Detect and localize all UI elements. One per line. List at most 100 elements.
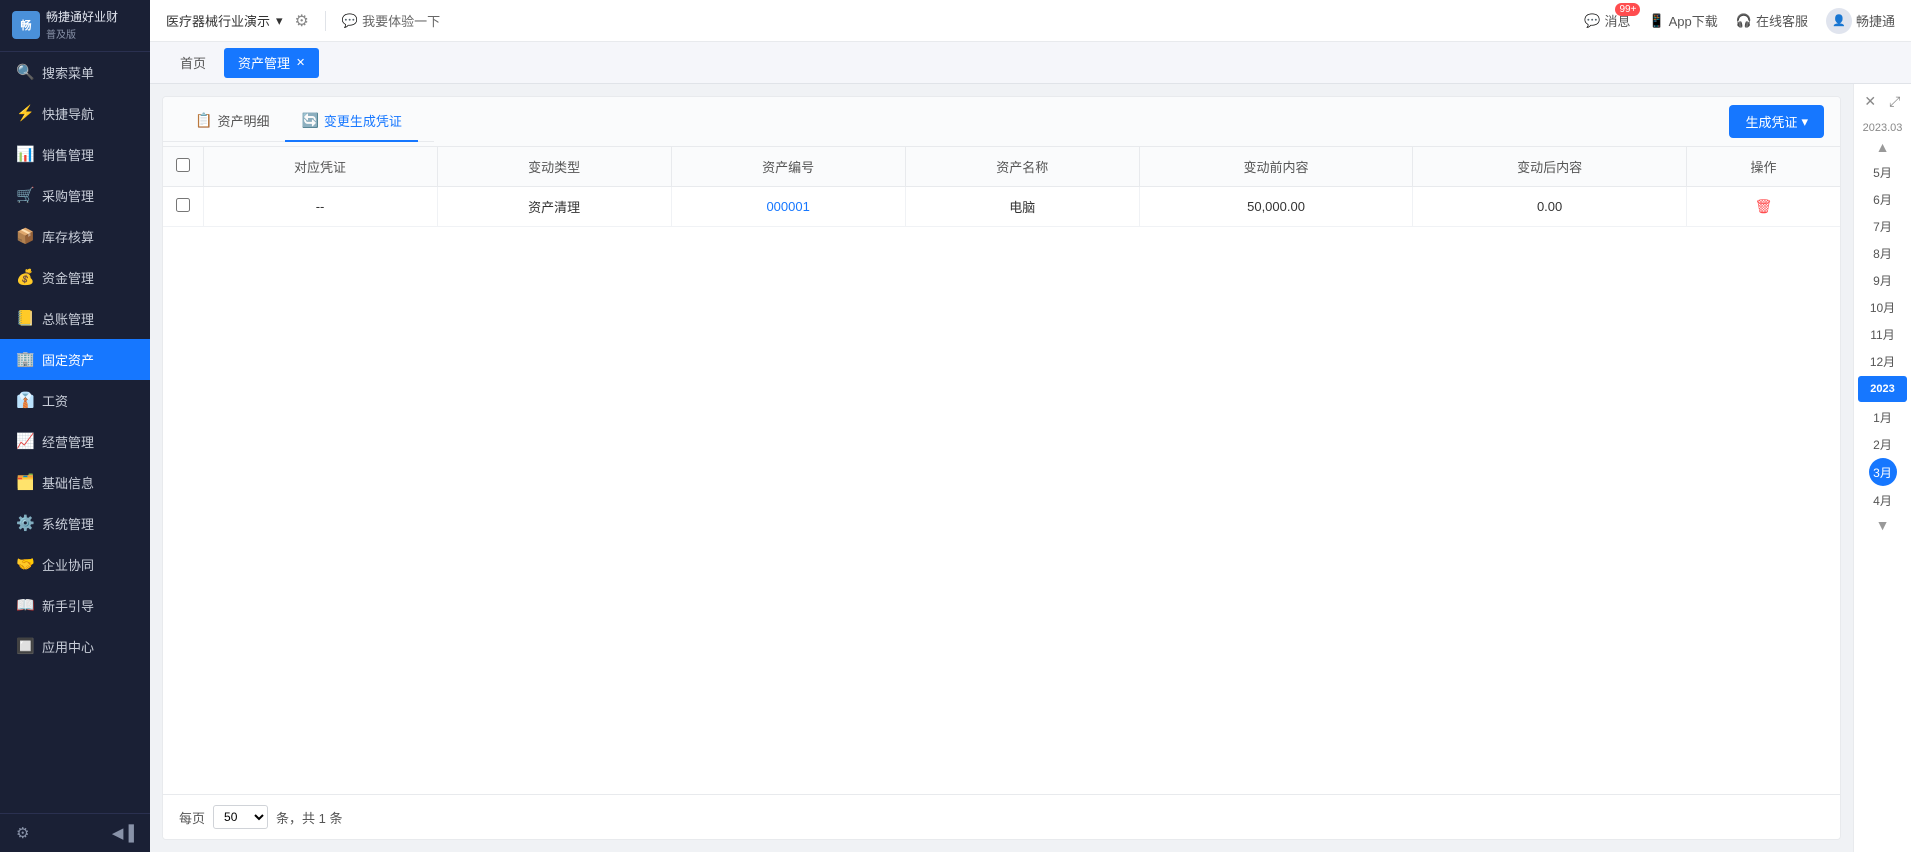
settings-icon[interactable]: ⚙ — [16, 824, 29, 842]
tab-asset-label: 资产管理 — [238, 53, 290, 72]
select-all-checkbox[interactable] — [176, 158, 190, 172]
sidebar-item-basic-info[interactable]: 🗂️ 基础信息 — [0, 462, 150, 503]
sidebar-menu: 🔍 搜索菜单 ⚡ 快捷导航 📊 销售管理 🛒 采购管理 📦 库存核算 💰 资金管… — [0, 52, 150, 813]
sidebar-item-sales[interactable]: 📊 销售管理 — [0, 134, 150, 175]
sidebar-item-inventory[interactable]: 📦 库存核算 — [0, 216, 150, 257]
sub-tab-change-voucher[interactable]: 🔄 变更生成凭证 — [285, 101, 417, 142]
settings-gear-icon[interactable]: ⚙ — [295, 11, 309, 31]
sidebar-item-operations[interactable]: 📈 经营管理 — [0, 421, 150, 462]
sub-tab-asset-detail[interactable]: 📋 资产明细 — [179, 101, 285, 142]
sub-tab-change-voucher-label: 变更生成凭证 — [324, 111, 402, 130]
table-body: -- 资产清理 000001 电脑 50,000.00 0.00 🗑 — [163, 187, 1840, 227]
timeline-month-12[interactable]: 12月 — [1858, 348, 1907, 374]
logo-icon: 畅 — [12, 11, 40, 39]
pagination-bar: 每页 50 10 20 100 条，共 1 条 — [163, 794, 1840, 839]
scroll-down-arrow[interactable]: ▼ — [1854, 514, 1911, 536]
content-panel: 📋 资产明细 🔄 变更生成凭证 生成凭证 ▾ — [162, 96, 1841, 840]
content-area: 📋 资产明细 🔄 变更生成凭证 生成凭证 ▾ — [150, 84, 1911, 852]
row-asset-name: 电脑 — [905, 187, 1139, 227]
timeline-month-1[interactable]: 1月 — [1858, 404, 1907, 430]
sidebar-item-label: 基础信息 — [42, 473, 94, 492]
total-records-label: 条，共 1 条 — [276, 808, 342, 827]
user-menu[interactable]: 👤 畅捷通 — [1826, 8, 1895, 34]
online-service-label: 在线客服 — [1756, 11, 1808, 30]
sidebar-item-purchase[interactable]: 🛒 采购管理 — [0, 175, 150, 216]
sub-tab-asset-detail-label: 资产明细 — [217, 111, 269, 130]
tab-home[interactable]: 首页 — [166, 48, 220, 78]
row-checkbox-cell — [163, 187, 203, 227]
sidebar-item-funds[interactable]: 💰 资金管理 — [0, 257, 150, 298]
sidebar-item-label: 经营管理 — [42, 432, 94, 451]
sidebar-item-fixed-assets[interactable]: 🏢 固定资产 — [0, 339, 150, 380]
table-header-row: 对应凭证 变动类型 资产编号 资产名称 变动前内容 变动后内容 操作 — [163, 147, 1840, 187]
feedback-icon: 💬 — [342, 13, 358, 29]
timeline-month-4[interactable]: 4月 — [1858, 487, 1907, 513]
message-icon: 💬 — [1584, 13, 1600, 29]
username: 畅捷通 — [1856, 11, 1895, 30]
header-right-actions: 💬 消息 99+ 📱 App下载 🎧 在线客服 👤 畅捷通 — [1584, 8, 1895, 34]
sidebar-item-label: 企业协同 — [42, 555, 94, 574]
feedback-btn[interactable]: 💬 我要体验一下 — [342, 11, 440, 30]
sidebar-item-label: 新手引导 — [42, 596, 94, 615]
sidebar-item-guide[interactable]: 📖 新手引导 — [0, 585, 150, 626]
timeline-month-6[interactable]: 6月 — [1858, 186, 1907, 212]
messages-btn[interactable]: 💬 消息 99+ — [1584, 11, 1630, 30]
table-row: -- 资产清理 000001 电脑 50,000.00 0.00 🗑 — [163, 187, 1840, 227]
delete-row-button[interactable]: 🗑 — [1755, 198, 1773, 214]
sidebar-item-ledger[interactable]: 📒 总账管理 — [0, 298, 150, 339]
sidebar-item-quicknav[interactable]: ⚡ 快捷导航 — [0, 93, 150, 134]
row-action-cell: 🗑 — [1686, 187, 1840, 227]
sidebar-item-label: 库存核算 — [42, 227, 94, 246]
sidebar-item-enterprise[interactable]: 🤝 企业协同 — [0, 544, 150, 585]
payroll-icon: 👔 — [16, 391, 34, 409]
sidebar-item-label: 快捷导航 — [42, 104, 94, 123]
timeline-month-8[interactable]: 8月 — [1858, 240, 1907, 266]
sidebar-item-payroll[interactable]: 👔 工资 — [0, 380, 150, 421]
main-area: 医疗器械行业演示 ▾ ⚙ 💬 我要体验一下 💬 消息 99+ 📱 App下载 🎧… — [150, 0, 1911, 852]
tab-home-label: 首页 — [180, 53, 206, 72]
timeline-month-9[interactable]: 9月 — [1858, 267, 1907, 293]
scroll-up-arrow[interactable]: ▲ — [1854, 136, 1911, 158]
messages-badge: 99+ — [1615, 3, 1640, 16]
collapse-icon[interactable]: ◀▐ — [112, 824, 134, 842]
system-icon: ⚙️ — [16, 514, 34, 532]
timeline-month-3-active[interactable]: 3月 — [1869, 458, 1897, 486]
panel-expand-button[interactable]: ⤢ — [1885, 90, 1906, 112]
company-selector[interactable]: 医疗器械行业演示 ▾ — [166, 11, 283, 30]
quicknav-icon: ⚡ — [16, 104, 34, 122]
generate-voucher-label: 生成凭证 — [1745, 112, 1797, 131]
col-asset-code: 资产编号 — [671, 147, 905, 187]
timeline-month-11[interactable]: 11月 — [1858, 321, 1907, 347]
online-service-btn[interactable]: 🎧 在线客服 — [1736, 11, 1808, 30]
col-asset-name: 资产名称 — [905, 147, 1139, 187]
col-action: 操作 — [1686, 147, 1840, 187]
funds-icon: 💰 — [16, 268, 34, 286]
sidebar-item-system[interactable]: ⚙️ 系统管理 — [0, 503, 150, 544]
row-checkbox[interactable] — [176, 198, 190, 212]
row-voucher: -- — [203, 187, 437, 227]
tab-asset-management[interactable]: 资产管理 ✕ — [224, 48, 319, 78]
panel-close-button[interactable]: ✕ — [1860, 90, 1881, 112]
timeline-month-5[interactable]: 5月 — [1858, 159, 1907, 185]
timeline-month-10[interactable]: 10月 — [1858, 294, 1907, 320]
timeline-month-7[interactable]: 7月 — [1858, 213, 1907, 239]
sidebar-item-label: 采购管理 — [42, 186, 94, 205]
timeline: 2023.03 ▲ 5月 6月 7月 8月 9月 10月 11月 12月 202… — [1854, 112, 1911, 852]
sidebar-footer: ⚙ ◀▐ — [0, 813, 150, 852]
app-download-btn[interactable]: 📱 App下载 — [1648, 11, 1717, 30]
col-before-content: 变动前内容 — [1139, 147, 1413, 187]
timeline-month-2[interactable]: 2月 — [1858, 431, 1907, 457]
generate-voucher-button[interactable]: 生成凭证 ▾ — [1729, 105, 1824, 138]
asset-detail-icon: 📋 — [195, 112, 212, 129]
sidebar-item-label: 工资 — [42, 391, 68, 410]
col-after-content: 变动后内容 — [1413, 147, 1687, 187]
sidebar-logo: 畅 畅捷通好业财 普及版 — [0, 0, 150, 52]
row-before-content: 50,000.00 — [1139, 187, 1413, 227]
service-icon: 🎧 — [1736, 13, 1752, 29]
tab-close-icon[interactable]: ✕ — [296, 56, 305, 69]
sidebar-item-search[interactable]: 🔍 搜索菜单 — [0, 52, 150, 93]
per-page-select[interactable]: 50 10 20 100 — [213, 805, 268, 829]
sidebar-item-label: 销售管理 — [42, 145, 94, 164]
sidebar-item-app-center[interactable]: 🔲 应用中心 — [0, 626, 150, 667]
logo-subtitle: 普及版 — [46, 26, 118, 41]
